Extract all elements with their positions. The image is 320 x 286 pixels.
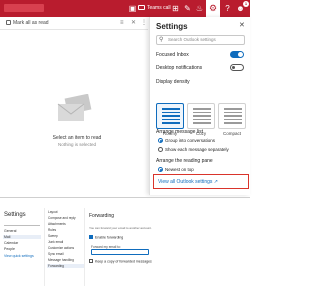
settings-flyout: Settings ✕ ⚲ Search Outlook settings Foc… bbox=[149, 17, 250, 195]
teams-call-label: Teams call bbox=[147, 5, 171, 11]
density-roomy-option[interactable] bbox=[156, 103, 184, 129]
newest-on-top-label: Newest on top bbox=[165, 167, 194, 172]
view-all-settings-label: View all Outlook settings bbox=[158, 179, 213, 185]
mark-all-read-label: Mark all as read bbox=[13, 20, 49, 26]
camera-icon bbox=[138, 5, 145, 10]
view-all-highlight: View all Outlook settings ↗ bbox=[153, 174, 249, 189]
forwarding-description: You can forward your email to another ac… bbox=[89, 226, 152, 230]
subnav-customize-actions[interactable]: Customize actions bbox=[48, 246, 74, 250]
group-conversations-radio[interactable]: Group into conversations bbox=[158, 138, 215, 143]
settings-dialog: Settings General Mail Calendar People Vi… bbox=[0, 208, 250, 286]
nav-item-calendar[interactable]: Calendar bbox=[4, 241, 18, 245]
notification-badge: 1 bbox=[243, 1, 249, 7]
help-icon[interactable]: ? bbox=[222, 3, 233, 14]
forward-to-input[interactable] bbox=[91, 249, 149, 255]
show-separately-radio[interactable]: Show each message separately bbox=[158, 147, 229, 152]
density-compact-label: Compact bbox=[222, 131, 241, 136]
focused-inbox-toggle[interactable] bbox=[230, 51, 244, 58]
more-icon[interactable]: ⋮ bbox=[141, 20, 147, 27]
empty-title: Select an item to read bbox=[52, 135, 102, 141]
subnav-compose-reply[interactable]: Compose and reply bbox=[48, 216, 76, 220]
desktop-notifications-toggle[interactable] bbox=[230, 64, 244, 71]
app-logo bbox=[4, 4, 44, 12]
nav-item-mail[interactable]: Mail bbox=[3, 235, 41, 239]
group-conversations-label: Group into conversations bbox=[165, 138, 216, 143]
notes-icon[interactable]: ✎ bbox=[182, 3, 193, 14]
show-separately-label: Show each message separately bbox=[165, 147, 229, 152]
envelope-illustration-icon bbox=[57, 94, 92, 121]
message-toolbar: Mark all as read ≡ ✕ ⋮ bbox=[0, 17, 148, 30]
enable-forwarding-label: Enable forwarding bbox=[95, 235, 124, 240]
desktop-notifications-label: Desktop notifications bbox=[156, 65, 203, 71]
subnav-attachments[interactable]: Attachments bbox=[48, 222, 66, 226]
dialog-search-input[interactable] bbox=[4, 221, 40, 226]
enable-forwarding-checkbox[interactable]: Enable forwarding bbox=[89, 235, 123, 240]
open-external-icon: ↗ bbox=[213, 179, 218, 185]
forwarding-panel: Forwarding You can forward your email to… bbox=[84, 208, 250, 286]
subnav-layout[interactable]: Layout bbox=[48, 210, 58, 214]
keep-copy-label: Keep a copy of forwarded messages bbox=[95, 259, 152, 264]
arrange-message-list-label: Arrange message list bbox=[156, 129, 203, 135]
teams-call-button[interactable]: Teams call bbox=[138, 2, 171, 15]
mail-subnav: Layout Compose and reply Attachments Rul… bbox=[44, 208, 84, 286]
search-icon: ⚲ bbox=[159, 37, 164, 43]
search-placeholder: Search Outlook settings bbox=[168, 37, 216, 42]
settings-title: Settings bbox=[156, 22, 188, 31]
top-bar: ▣ Teams call ⊞ ✎ ♨ ⚙ ? ☻ 1 bbox=[0, 0, 250, 17]
subnav-forwarding[interactable]: Forwarding bbox=[47, 264, 84, 268]
dialog-title: Settings bbox=[4, 212, 26, 218]
arrange-reading-pane-label: Arrange the reading pane bbox=[156, 158, 213, 164]
display-density-label: Display density bbox=[156, 79, 190, 85]
video-icon[interactable]: ▣ bbox=[127, 3, 138, 14]
close-icon[interactable]: ✕ bbox=[239, 21, 245, 29]
subnav-sweep[interactable]: Sweep bbox=[48, 234, 58, 238]
bell-icon[interactable]: ♨ bbox=[194, 3, 205, 14]
gear-icon[interactable]: ⚙ bbox=[206, 0, 220, 17]
view-all-settings-link[interactable]: View all Outlook settings ↗ bbox=[158, 179, 218, 185]
outlook-main-window: ▣ Teams call ⊞ ✎ ♨ ⚙ ? ☻ 1 Mark all as r… bbox=[0, 0, 250, 197]
subnav-rules[interactable]: Rules bbox=[48, 228, 56, 232]
close-icon[interactable]: ✕ bbox=[131, 20, 136, 27]
keep-copy-checkbox[interactable]: Keep a copy of forwarded messages bbox=[89, 259, 152, 264]
grid-icon[interactable]: ⊞ bbox=[170, 3, 181, 14]
settings-nav: Settings General Mail Calendar People Vi… bbox=[0, 208, 44, 286]
subnav-message-handling[interactable]: Message handling bbox=[48, 258, 74, 262]
newest-on-top-radio[interactable]: Newest on top bbox=[158, 167, 194, 172]
subnav-sync-email[interactable]: Sync email bbox=[48, 252, 64, 256]
filter-icon[interactable]: ≡ bbox=[120, 20, 124, 27]
settings-search-input[interactable]: ⚲ Search Outlook settings bbox=[156, 35, 245, 45]
density-cozy-option[interactable] bbox=[187, 103, 215, 129]
forwarding-heading: Forwarding bbox=[89, 213, 115, 219]
subnav-junk-email[interactable]: Junk email bbox=[48, 240, 63, 244]
checkmark-icon bbox=[6, 20, 11, 25]
density-compact-option[interactable] bbox=[218, 103, 246, 129]
empty-subtitle: Nothing is selected bbox=[57, 142, 97, 147]
mark-all-read-button[interactable]: Mark all as read bbox=[6, 20, 49, 27]
pane-divider bbox=[0, 197, 250, 198]
nav-item-general[interactable]: General bbox=[4, 229, 16, 233]
nav-item-people[interactable]: People bbox=[4, 247, 15, 251]
view-quick-settings-link[interactable]: View quick settings bbox=[4, 254, 34, 258]
focused-inbox-label: Focused Inbox bbox=[156, 52, 189, 58]
reading-pane-empty: Select an item to read Nothing is select… bbox=[6, 31, 148, 191]
